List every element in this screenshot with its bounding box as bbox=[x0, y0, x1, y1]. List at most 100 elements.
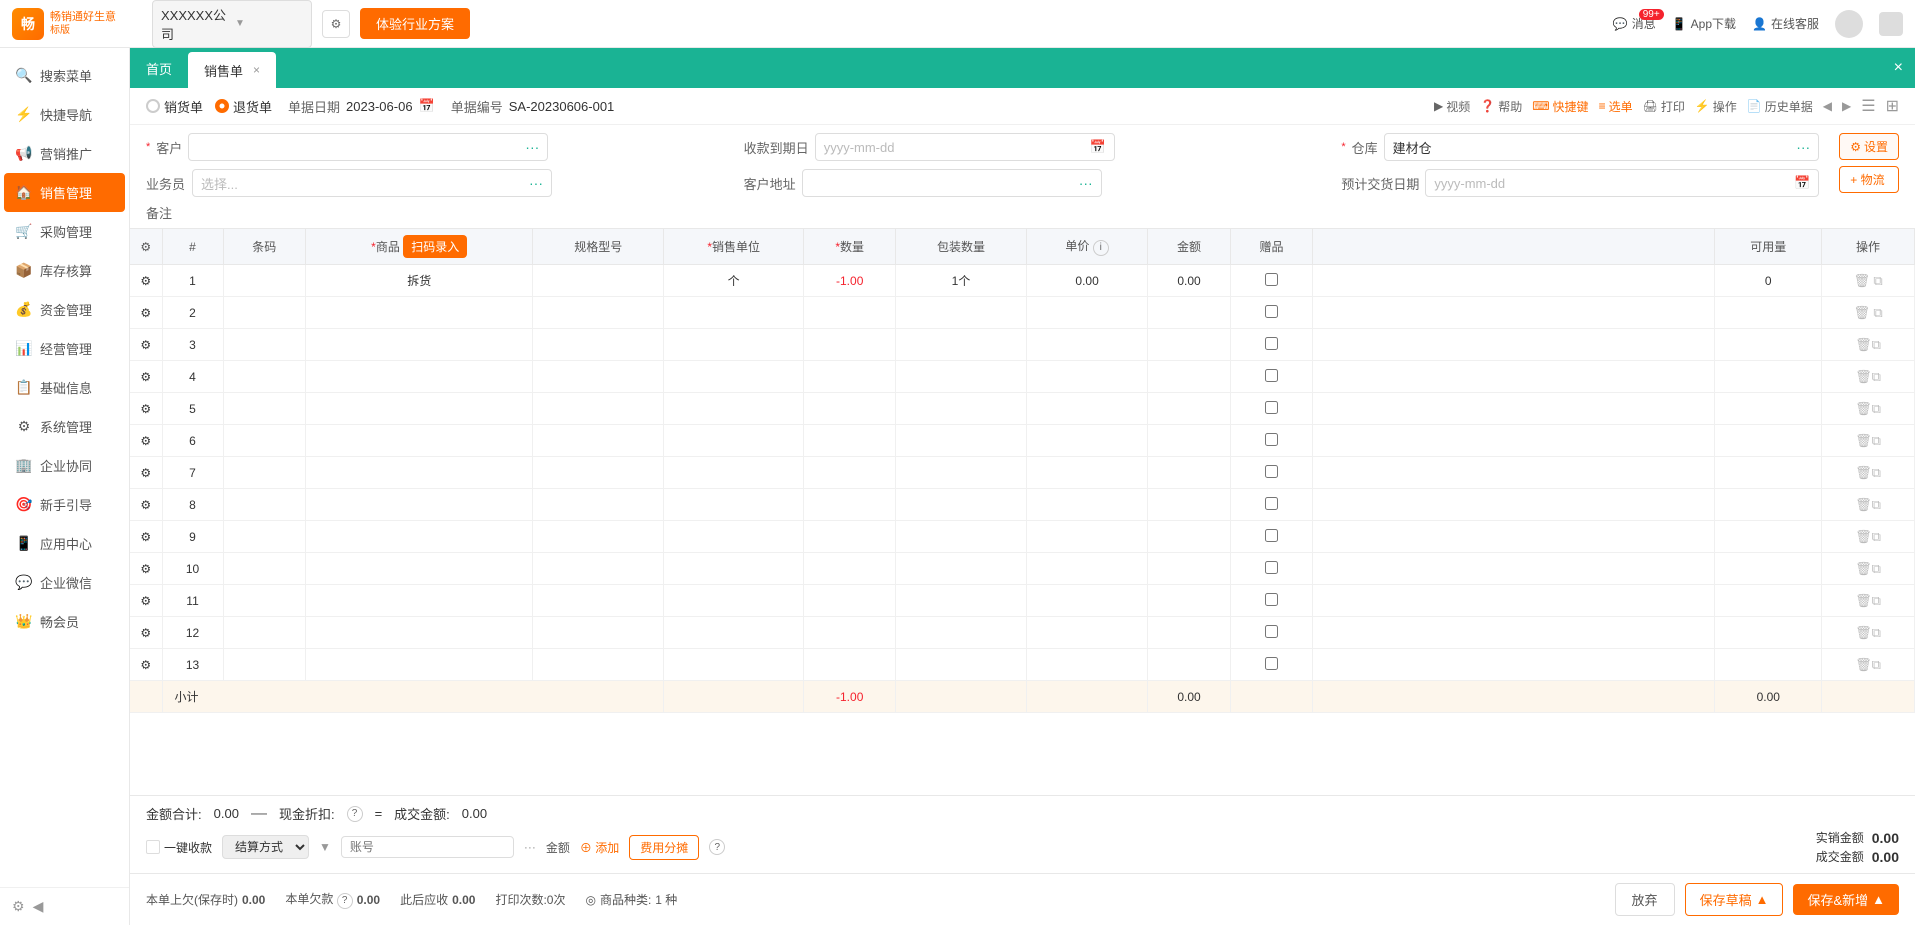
copy-icon[interactable]: ⧉ bbox=[1872, 337, 1881, 352]
row-spec-1[interactable] bbox=[533, 265, 664, 297]
delete-icon[interactable]: 🗑 bbox=[1855, 337, 1872, 352]
row-pack-qty-1[interactable]: 1个 bbox=[896, 265, 1027, 297]
operate-link[interactable]: ⚡ 操作 bbox=[1695, 98, 1737, 115]
row-settings-2[interactable]: ⚙ bbox=[130, 297, 162, 329]
customer-input[interactable]: ··· bbox=[188, 133, 548, 161]
sidebar-item-apps[interactable]: 📱 应用中心 bbox=[4, 524, 125, 563]
delete-row-2-icon[interactable]: 🗑 bbox=[1853, 305, 1870, 320]
logistics-button[interactable]: + 物流 bbox=[1839, 166, 1899, 193]
delete-icon[interactable]: 🗑 bbox=[1855, 433, 1872, 448]
salesperson-input[interactable]: 选择... ··· bbox=[192, 169, 552, 197]
app-download-button[interactable]: 📱 App下载 bbox=[1672, 15, 1736, 32]
copy-icon[interactable]: ⧉ bbox=[1872, 657, 1881, 672]
row-product-2[interactable] bbox=[306, 297, 533, 329]
sidebar-collapse-icon[interactable]: ◀ bbox=[33, 898, 44, 915]
delete-icon[interactable]: 🗑 bbox=[1855, 369, 1872, 384]
row-barcode-1[interactable] bbox=[223, 265, 305, 297]
warehouse-input[interactable]: 建材仓 ··· bbox=[1384, 133, 1820, 161]
user-menu-button[interactable] bbox=[1879, 12, 1903, 36]
save-new-button[interactable]: 保存&新增 ▲ bbox=[1793, 884, 1899, 915]
one-click-payment-checkbox[interactable]: 一键收款 bbox=[146, 839, 212, 856]
sidebar-item-inventory[interactable]: 📦 库存核算 bbox=[4, 251, 125, 290]
sidebar-item-operations[interactable]: 📊 经营管理 bbox=[4, 329, 125, 368]
delete-icon[interactable]: 🗑 bbox=[1855, 401, 1872, 416]
sidebar-settings-icon[interactable]: ⚙ bbox=[12, 898, 25, 915]
sidebar-item-quick-nav[interactable]: ⚡ 快捷导航 bbox=[4, 95, 125, 134]
video-link[interactable]: ▶ 视频 bbox=[1434, 98, 1470, 115]
order-date-value[interactable]: 2023-06-06 bbox=[346, 99, 413, 114]
delete-icon[interactable]: 🗑 bbox=[1855, 593, 1872, 608]
radio-sales-order[interactable]: 销货单 bbox=[146, 97, 203, 116]
history-link[interactable]: 📄 历史单据 bbox=[1747, 98, 1813, 115]
row-amount-1[interactable]: 0.00 bbox=[1148, 265, 1230, 297]
sidebar-item-search[interactable]: 🔍 搜索菜单 bbox=[4, 56, 125, 95]
user-avatar[interactable] bbox=[1835, 10, 1863, 38]
copy-icon[interactable]: ⧉ bbox=[1872, 433, 1881, 448]
tab-close-icon[interactable]: × bbox=[253, 63, 260, 77]
discard-button[interactable]: 放弃 bbox=[1615, 883, 1675, 916]
row-product-1[interactable]: 拆货 bbox=[306, 265, 533, 297]
copy-row-2-icon[interactable]: ⧉ bbox=[1873, 305, 1882, 320]
shortcut-link[interactable]: ⌨ 快捷键 bbox=[1532, 98, 1588, 115]
total-owed-help-icon[interactable]: ? bbox=[337, 893, 353, 909]
row-quantity-1[interactable]: -1.00 bbox=[804, 265, 896, 297]
date-calendar-icon[interactable]: 📅 bbox=[419, 98, 435, 114]
row-unit-price-2[interactable] bbox=[1026, 297, 1147, 329]
sidebar-item-enterprise[interactable]: 🏢 企业协同 bbox=[4, 446, 125, 485]
settings-button[interactable]: ⚙ 设置 bbox=[1839, 133, 1899, 160]
print-link[interactable]: 🖨 打印 bbox=[1643, 98, 1685, 115]
row-spec-2[interactable] bbox=[533, 297, 664, 329]
expected-delivery-input[interactable]: yyyy-mm-dd 📅 bbox=[1425, 169, 1819, 197]
row-barcode-2[interactable] bbox=[223, 297, 305, 329]
row-gift-1[interactable] bbox=[1230, 265, 1312, 297]
row-pack-qty-2[interactable] bbox=[896, 297, 1027, 329]
table-scroll-container[interactable]: ⚙ # 条码 *商品 扫码录入 规格型号 *销售单位 *数量 bbox=[130, 229, 1915, 795]
trial-button[interactable]: 体验行业方案 bbox=[360, 8, 470, 39]
sidebar-item-sales[interactable]: 🏠 销售管理 bbox=[4, 173, 125, 212]
row-unit-1[interactable]: 个 bbox=[664, 265, 804, 297]
sidebar-item-member[interactable]: 👑 畅会员 bbox=[4, 602, 125, 641]
copy-row-1-icon[interactable]: ⧉ bbox=[1873, 273, 1882, 288]
delete-icon[interactable]: 🗑 bbox=[1855, 497, 1872, 512]
billing-method-select[interactable]: 结算方式 bbox=[222, 835, 309, 859]
sidebar-item-finance[interactable]: 💰 资金管理 bbox=[4, 290, 125, 329]
delete-icon[interactable]: 🗑 bbox=[1855, 529, 1872, 544]
sidebar-item-basic[interactable]: 📋 基础信息 bbox=[4, 368, 125, 407]
payment-date-input[interactable]: yyyy-mm-dd 📅 bbox=[815, 133, 1115, 161]
sidebar-item-guide[interactable]: 🎯 新手引导 bbox=[4, 485, 125, 524]
company-selector[interactable]: XXXXXX公司 ▼ bbox=[152, 0, 312, 48]
copy-icon[interactable]: ⧉ bbox=[1872, 529, 1881, 544]
nav-next-icon[interactable]: ▶ bbox=[1842, 99, 1851, 113]
company-settings-button[interactable]: ⚙ bbox=[322, 10, 350, 38]
help-link[interactable]: ❓ 帮助 bbox=[1480, 98, 1522, 115]
cash-discount-help-icon[interactable]: ? bbox=[347, 806, 363, 822]
message-button[interactable]: 💬 消息 99+ bbox=[1613, 15, 1656, 32]
th-settings[interactable]: ⚙ bbox=[130, 229, 162, 265]
copy-icon[interactable]: ⧉ bbox=[1872, 561, 1881, 576]
radio-return-order[interactable]: 退货单 bbox=[215, 97, 272, 116]
save-draft-button[interactable]: 保存草稿 ▲ bbox=[1685, 883, 1784, 916]
scan-button[interactable]: 扫码录入 bbox=[403, 235, 467, 258]
delete-row-1-icon[interactable]: 🗑 bbox=[1853, 273, 1870, 288]
add-payment-button[interactable]: ⊕ 添加 bbox=[580, 839, 619, 856]
delete-icon[interactable]: 🗑 bbox=[1855, 625, 1872, 640]
delete-icon[interactable]: 🗑 bbox=[1855, 561, 1872, 576]
row-gift-2[interactable] bbox=[1230, 297, 1312, 329]
row-unit-2[interactable] bbox=[664, 297, 804, 329]
delete-icon[interactable]: 🗑 bbox=[1855, 657, 1872, 672]
row-amount-2[interactable] bbox=[1148, 297, 1230, 329]
sidebar-item-wechat[interactable]: 💬 企业微信 bbox=[4, 563, 125, 602]
sidebar-item-purchase[interactable]: 🛒 采购管理 bbox=[4, 212, 125, 251]
nav-prev-icon[interactable]: ◀ bbox=[1823, 99, 1832, 113]
row-unit-price-1[interactable]: 0.00 bbox=[1026, 265, 1147, 297]
tab-bar-close-button[interactable]: × bbox=[1882, 59, 1915, 77]
list-view-icon[interactable]: ☰ bbox=[1861, 96, 1875, 116]
unit-price-info-icon[interactable]: i bbox=[1093, 240, 1109, 256]
account-input[interactable] bbox=[341, 836, 514, 858]
copy-icon[interactable]: ⧉ bbox=[1872, 593, 1881, 608]
sidebar-item-system[interactable]: ⚙ 系统管理 bbox=[4, 407, 125, 446]
copy-icon[interactable]: ⧉ bbox=[1872, 401, 1881, 416]
customer-address-input[interactable]: ··· bbox=[802, 169, 1102, 197]
grid-view-icon[interactable]: ⊞ bbox=[1886, 96, 1899, 116]
copy-icon[interactable]: ⧉ bbox=[1872, 625, 1881, 640]
